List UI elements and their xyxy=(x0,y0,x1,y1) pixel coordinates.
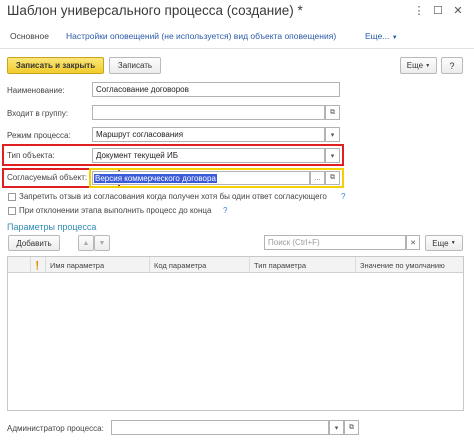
admin-input[interactable] xyxy=(111,420,329,435)
approved-object-value: Версия коммерческого договора xyxy=(94,173,217,183)
save-and-close-button[interactable]: Записать и закрыть xyxy=(7,57,104,74)
name-input[interactable]: Согласование договоров xyxy=(92,82,340,97)
kebab-icon[interactable]: ⋮ xyxy=(413,5,425,17)
dropdown-arrow-icon[interactable]: ▾ xyxy=(329,420,344,435)
help-question-icon[interactable]: ? xyxy=(341,192,345,201)
toolbar-more-button[interactable]: Еще ▼ xyxy=(400,57,437,74)
move-down-icon[interactable]: ▼ xyxy=(94,235,110,251)
column-header-default[interactable]: Значение по умолчанию xyxy=(356,257,463,273)
save-button[interactable]: Записать xyxy=(109,57,161,74)
mode-select[interactable]: Маршрут согласования xyxy=(92,127,325,142)
chevron-down-icon: ▼ xyxy=(450,240,456,246)
maximize-icon[interactable]: ☐ xyxy=(432,5,444,17)
move-up-icon[interactable]: ▲ xyxy=(78,235,94,251)
group-input[interactable] xyxy=(92,105,325,120)
chevron-down-icon: ▼ xyxy=(391,35,398,41)
window-title: Шаблон универсального процесса (создание… xyxy=(7,3,303,18)
admin-label: Администратор процесса: xyxy=(7,424,104,433)
add-parameter-button[interactable]: Добавить xyxy=(8,235,60,251)
column-header-marker xyxy=(8,257,31,273)
dropdown-arrow-icon[interactable]: ▾ xyxy=(325,148,340,163)
params-search-input[interactable]: Поиск (Ctrl+F) xyxy=(264,235,406,250)
forbid-withdraw-label: Запретить отзыв из согласования когда по… xyxy=(19,192,327,201)
params-table[interactable]: ╿ Имя параметра Код параметра Тип параме… xyxy=(7,256,464,411)
help-button[interactable]: ? xyxy=(441,57,463,74)
dropdown-arrow-icon[interactable]: ▾ xyxy=(325,127,340,142)
help-question-icon[interactable]: ? xyxy=(223,206,227,215)
tab-divider xyxy=(0,48,474,49)
tab-notification-settings[interactable]: Настройки оповещений (не используется) в… xyxy=(66,31,336,41)
approved-object-label: Согласуемый объект: xyxy=(7,173,88,182)
select-ellipsis-button[interactable]: … xyxy=(310,171,325,185)
group-label: Входит в группу: xyxy=(7,109,69,118)
complete-on-reject-label: При отклонении этапа выполнить процесс д… xyxy=(19,206,212,215)
tab-more-label: Еще... xyxy=(365,31,390,41)
clear-search-icon[interactable]: ✕ xyxy=(406,235,420,250)
mode-label: Режим процесса: xyxy=(7,131,71,140)
pin-icon: ╿ xyxy=(31,257,46,273)
tab-more[interactable]: Еще... ▼ xyxy=(365,31,398,41)
open-link-icon[interactable]: ⧉ xyxy=(325,171,340,185)
close-icon[interactable]: ✕ xyxy=(452,5,464,17)
object-type-select[interactable]: Документ текущей ИБ xyxy=(92,148,325,163)
tab-main[interactable]: Основное xyxy=(10,31,49,41)
open-link-icon[interactable]: ⧉ xyxy=(325,105,340,120)
params-more-label: Еще xyxy=(432,238,449,248)
forbid-withdraw-checkbox[interactable] xyxy=(8,193,16,201)
complete-on-reject-checkbox[interactable] xyxy=(8,207,16,215)
object-type-label: Тип объекта: xyxy=(7,151,55,160)
column-header-type[interactable]: Тип параметра xyxy=(250,257,356,273)
name-label: Наименование: xyxy=(7,86,65,95)
toolbar-more-label: Еще xyxy=(406,61,424,70)
chevron-down-icon: ▼ xyxy=(425,62,431,69)
approved-object-input[interactable]: Версия коммерческого договора xyxy=(92,171,310,185)
params-more-button[interactable]: Еще ▼ xyxy=(425,235,463,251)
params-section-title: Параметры процесса xyxy=(7,222,97,232)
open-link-icon[interactable]: ⧉ xyxy=(344,420,359,435)
column-header-name[interactable]: Имя параметра xyxy=(46,257,150,273)
column-header-code[interactable]: Код параметра xyxy=(150,257,250,273)
